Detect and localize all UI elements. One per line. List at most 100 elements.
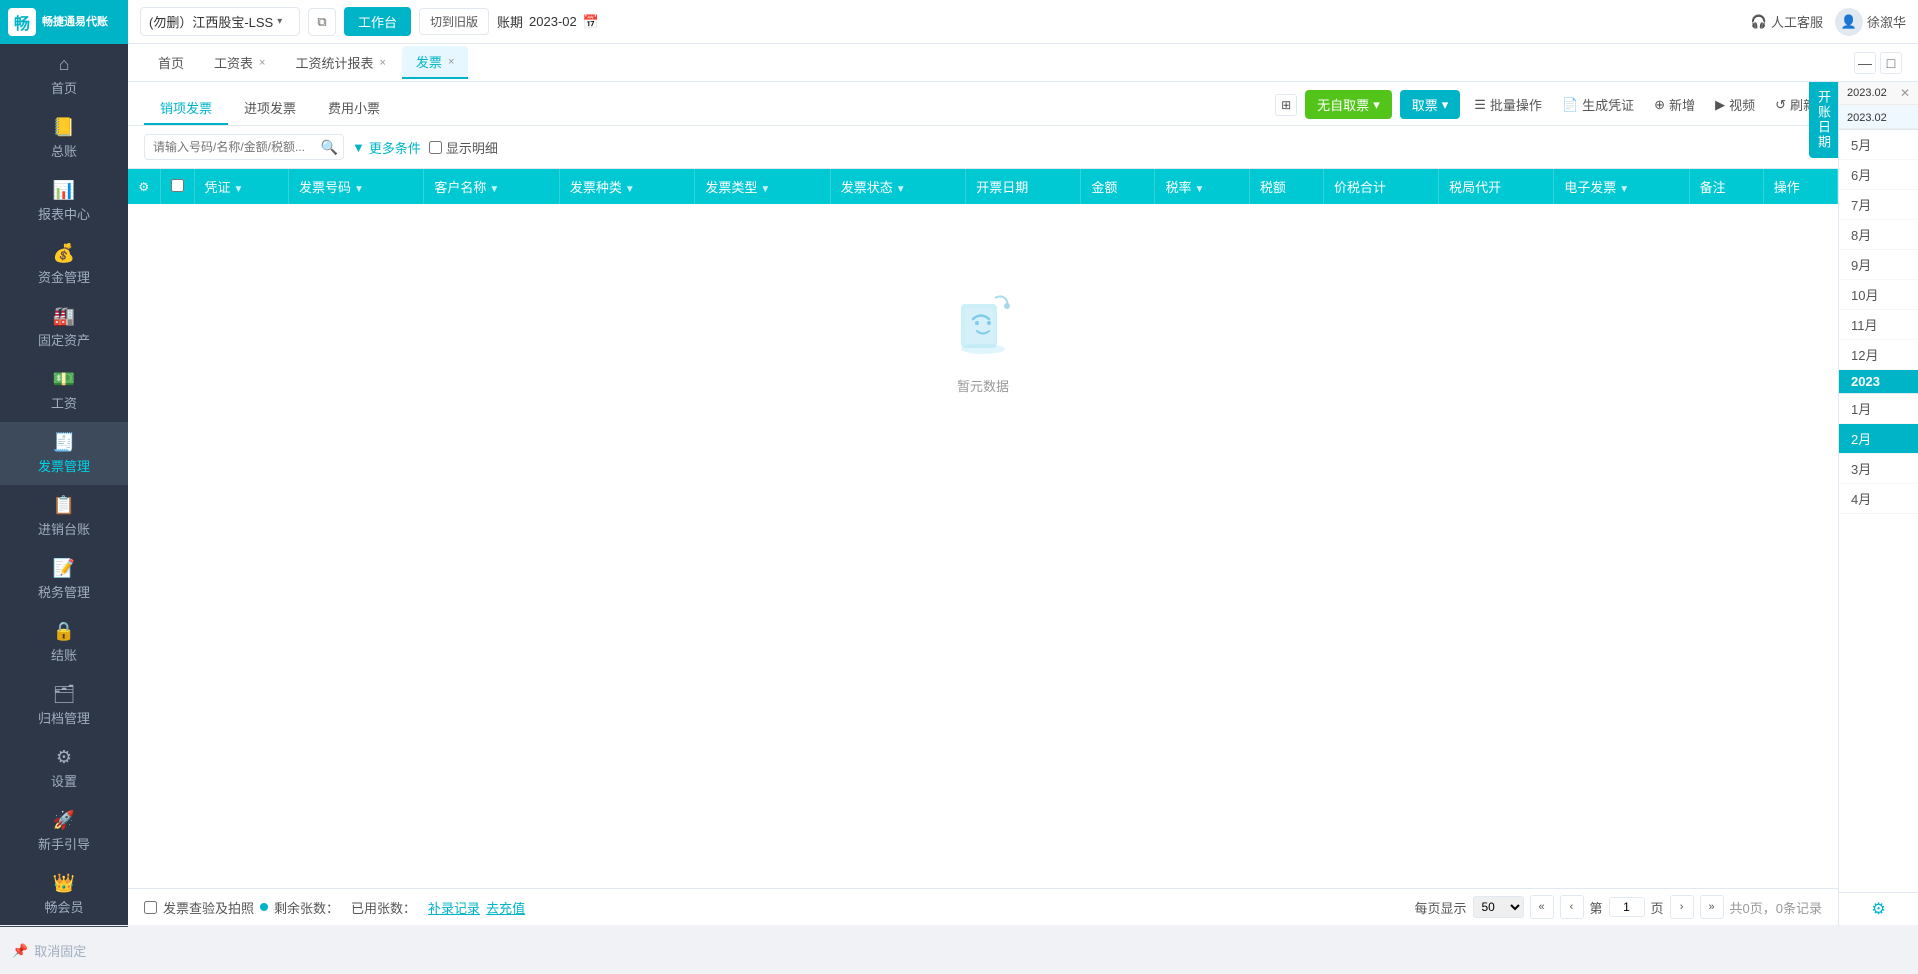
no-deduct-label: 无自取票 (1317, 95, 1369, 114)
sort-customer-icon[interactable]: ▼ (489, 184, 499, 195)
sidebar-item-funds-label: 资金管理 (38, 267, 90, 286)
sidebar-item-salary[interactable]: 💵 工资 (0, 359, 128, 422)
sidebar-item-funds[interactable]: 💰 资金管理 (0, 233, 128, 296)
sort-invoice-status-icon[interactable]: ▼ (896, 184, 906, 195)
tab-salary-stats-close[interactable]: × (379, 57, 385, 69)
switch-old-version-button[interactable]: 切到旧版 (419, 8, 489, 35)
search-toolbar: 🔍 ▼ 更多条件 显示明细 (128, 126, 1838, 169)
date-panel-close-button[interactable]: ✕ (1900, 86, 1910, 100)
prev-page-button[interactable]: ‹ (1560, 895, 1584, 919)
sidebar-item-assets[interactable]: 🏭 固定资产 (0, 296, 128, 359)
date-panel-item-12[interactable]: 12月 (1839, 340, 1918, 370)
get-ticket-button[interactable]: 取票 ▾ (1400, 90, 1461, 119)
video-button[interactable]: ▶ 视频 (1709, 91, 1761, 118)
date-panel-item-5[interactable]: 5月 (1839, 130, 1918, 160)
workbench-button[interactable]: 工作台 (344, 7, 411, 36)
sidebar-item-ledger[interactable]: 📒 总账 (0, 107, 128, 170)
sort-e-invoice-icon[interactable]: ▼ (1619, 184, 1629, 195)
more-conditions-button[interactable]: ▼ 更多条件 (352, 138, 421, 157)
pin-icon: 📌 (12, 943, 28, 959)
last-page-button[interactable]: » (1700, 895, 1724, 919)
new-button[interactable]: ⊕ 新增 (1648, 91, 1701, 118)
refresh-icon: ↺ (1775, 97, 1786, 113)
date-panel-item-2023-3[interactable]: 3月 (1839, 454, 1918, 484)
company-selector[interactable]: (勿删）江西股宝-LSS ▾ (140, 7, 300, 36)
customer-service-button[interactable]: 🎧 人工客服 (1751, 12, 1823, 31)
sidebar-item-member[interactable]: 👑 畅会员 (0, 863, 128, 926)
tab-invoices-close[interactable]: × (448, 56, 454, 68)
period-label: 账期 (497, 12, 523, 31)
sort-tax-rate-icon[interactable]: ▼ (1194, 184, 1204, 195)
change-package-button[interactable]: 去充值 (486, 898, 525, 917)
copy-button[interactable]: ⧉ (308, 8, 336, 36)
sidebar-item-reports[interactable]: 📊 报表中心 (0, 170, 128, 233)
get-ticket-label: 取票 (1412, 95, 1438, 114)
batch-op-icon: ☰ (1474, 97, 1486, 113)
unpin-button[interactable]: 📌 取消固定 (4, 935, 124, 966)
sidebar-item-invoices[interactable]: 🧾 发票管理 (0, 422, 128, 485)
date-panel-item-7[interactable]: 7月 (1839, 190, 1918, 220)
sort-invoice-type-icon[interactable]: ▼ (625, 184, 635, 195)
open-period-button[interactable]: 开账日期 (1809, 82, 1838, 158)
add-record-button[interactable]: 补录记录 (428, 898, 480, 917)
minimize-button[interactable]: — (1854, 52, 1876, 74)
next-page-button[interactable]: › (1670, 895, 1694, 919)
date-panel-item-11[interactable]: 11月 (1839, 310, 1918, 340)
sort-cert-icon[interactable]: ▼ (234, 184, 244, 195)
sidebar-item-closing[interactable]: 🔒 结账 (0, 611, 128, 674)
sub-tab-sales-invoice[interactable]: 销项发票 (144, 92, 228, 125)
show-detail-input[interactable] (429, 141, 442, 154)
user-menu[interactable]: 👤 徐溆华 (1835, 8, 1906, 36)
invoices-icon: 🧾 (53, 432, 75, 453)
sidebar-item-newbie-label: 新手引导 (38, 834, 90, 853)
page-size-select[interactable]: 50 20 100 (1473, 896, 1524, 918)
col-invoice-status: 发票状态▼ (830, 169, 965, 204)
sidebar-item-newbie[interactable]: 🚀 新手引导 (0, 800, 128, 863)
sidebar-item-home[interactable]: ⌂ 首页 (0, 44, 128, 107)
date-panel-item-2023-4[interactable]: 4月 (1839, 484, 1918, 514)
verify-checkbox[interactable] (144, 901, 157, 914)
tab-salary-table[interactable]: 工资表 × (200, 47, 279, 78)
no-deduct-button[interactable]: 无自取票 ▾ (1305, 90, 1392, 119)
sidebar-item-invoices-label: 发票管理 (38, 456, 90, 475)
sidebar-item-archive[interactable]: 🗂 归档管理 (0, 674, 128, 737)
sub-tab-expense-receipt[interactable]: 费用小票 (312, 92, 396, 125)
date-panel-item-6[interactable]: 6月 (1839, 160, 1918, 190)
batch-op-button[interactable]: ☰ 批量操作 (1468, 91, 1548, 118)
sort-invoice-no-icon[interactable]: ▼ (354, 184, 364, 195)
first-page-button[interactable]: « (1530, 895, 1554, 919)
tab-salary-stats[interactable]: 工资统计报表 × (281, 47, 399, 78)
get-ticket-dropdown-icon: ▾ (1442, 97, 1449, 113)
sidebar-item-archive-label: 归档管理 (38, 708, 90, 727)
tab-invoices[interactable]: 发票 × (402, 46, 468, 79)
tab-home[interactable]: 首页 (144, 47, 198, 78)
sidebar-item-closing-label: 结账 (51, 645, 77, 664)
col-open-date: 开票日期 (966, 169, 1081, 204)
sub-tab-purchase-invoice[interactable]: 进项发票 (228, 92, 312, 125)
archive-icon: 🗂 (53, 684, 76, 705)
generate-cert-button[interactable]: 📄 生成凭证 (1556, 91, 1640, 118)
date-panel-item-9[interactable]: 9月 (1839, 250, 1918, 280)
funds-icon: 💰 (53, 243, 75, 264)
generate-cert-label: 生成凭证 (1582, 95, 1634, 114)
col-checkbox (160, 169, 194, 204)
search-icon[interactable]: 🔍 (321, 139, 338, 156)
maximize-button[interactable]: □ (1880, 52, 1902, 74)
sort-invoice-cat-icon[interactable]: ▼ (760, 184, 770, 195)
page-input[interactable] (1609, 897, 1645, 917)
date-panel-item-8[interactable]: 8月 (1839, 220, 1918, 250)
tab-salary-table-close[interactable]: × (259, 57, 265, 69)
settings-icon: ⚙ (56, 747, 72, 768)
sidebar-item-sales[interactable]: 📋 进销台账 (0, 485, 128, 548)
show-detail-checkbox[interactable]: 显示明细 (429, 138, 498, 157)
select-all-checkbox[interactable] (171, 179, 184, 192)
page-unit: 页 (1651, 898, 1664, 917)
date-panel-item-10[interactable]: 10月 (1839, 280, 1918, 310)
search-input[interactable] (144, 134, 344, 160)
date-panel-gear-icon[interactable]: ⚙ (1871, 899, 1885, 919)
column-settings-icon[interactable]: ⊞ (1275, 94, 1297, 116)
sidebar-item-settings[interactable]: ⚙ 设置 (0, 737, 128, 800)
date-panel-item-2023-1[interactable]: 1月 (1839, 394, 1918, 424)
sidebar-item-tax[interactable]: 📝 税务管理 (0, 548, 128, 611)
date-panel-item-2023-2[interactable]: 2月 (1839, 424, 1918, 454)
